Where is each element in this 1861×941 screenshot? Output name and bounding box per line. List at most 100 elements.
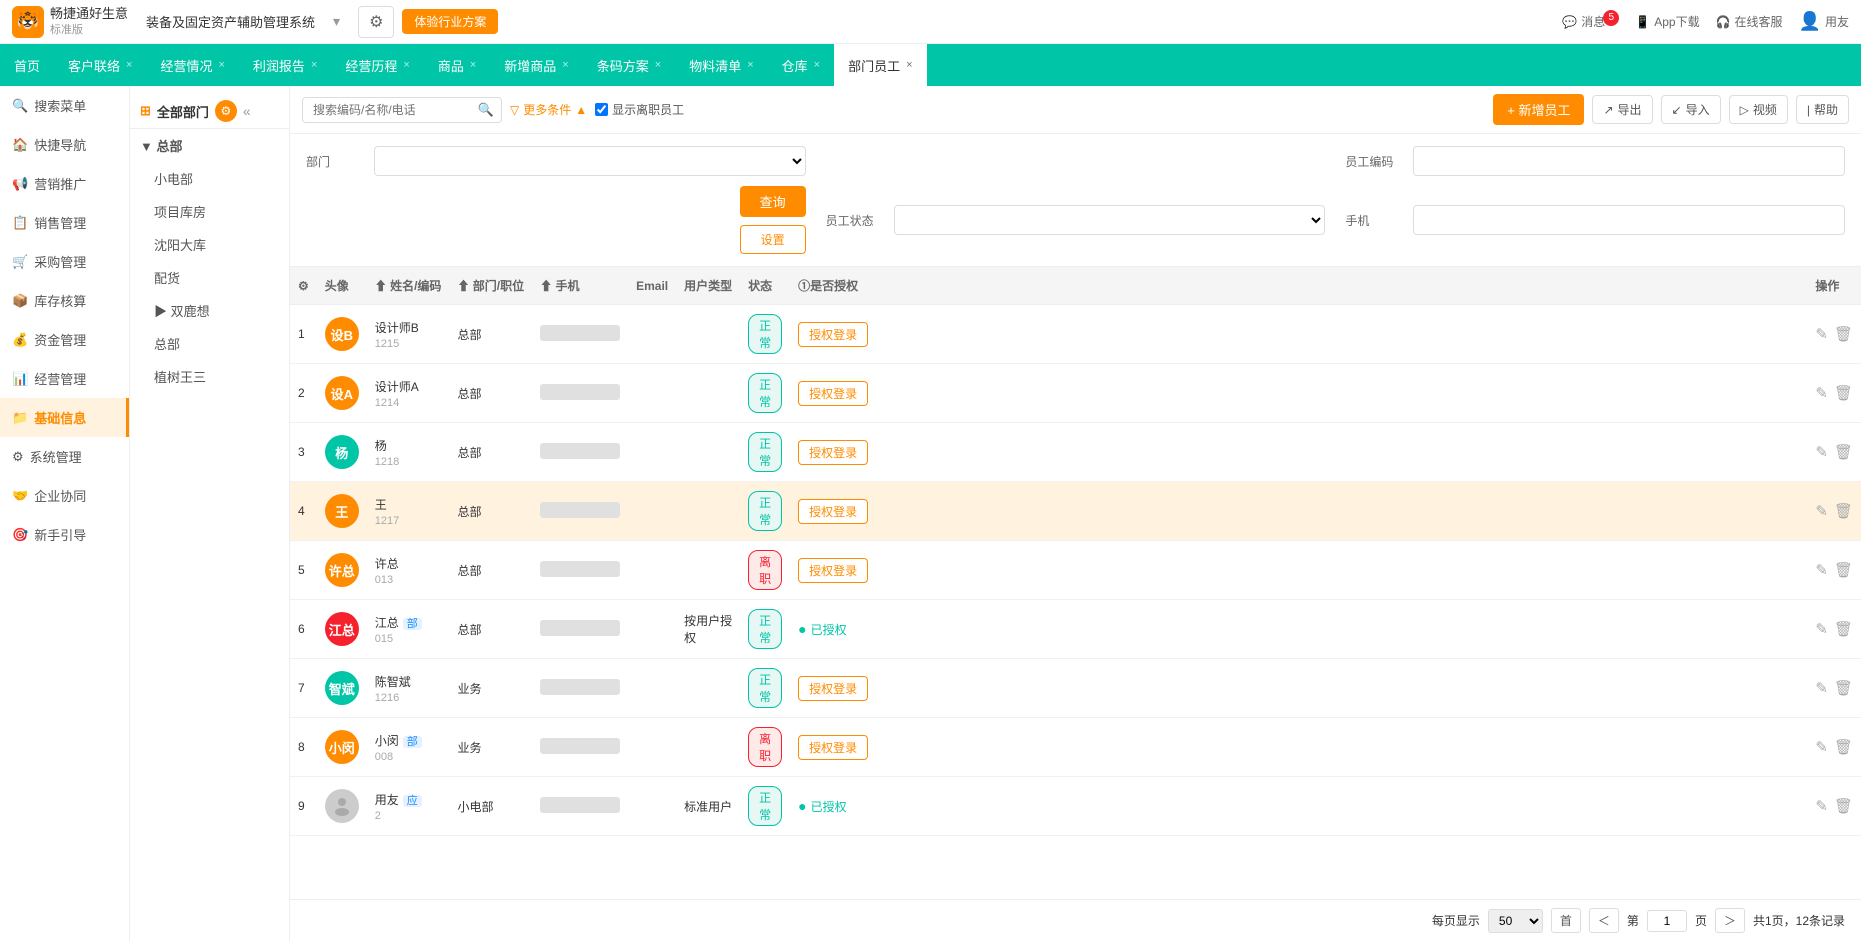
cell-auth[interactable]: ●已授权	[790, 777, 876, 836]
nav-item-物料清单[interactable]: 物料清单×	[675, 44, 767, 86]
nav-item-新增商品[interactable]: 新增商品×	[490, 44, 582, 86]
filter-btn[interactable]: ▽ 更多条件 ▲	[510, 101, 587, 118]
online-service-btn[interactable]: 🎧 在线客服	[1716, 13, 1783, 30]
nav-item-部门员工[interactable]: 部门员工×	[834, 44, 926, 86]
sidebar-item-新手引导[interactable]: 🎯新手引导	[0, 515, 129, 554]
sidebar-item-搜索菜单[interactable]: 🔍搜索菜单	[0, 86, 129, 125]
authorize-btn[interactable]: 授权登录	[798, 322, 868, 347]
cell-auth[interactable]: 授权登录	[790, 364, 876, 423]
nav-item-客户联络[interactable]: 客户联络×	[54, 44, 146, 86]
tree-item-配货[interactable]: 配货	[130, 261, 289, 294]
nav-item-商品[interactable]: 商品×	[424, 44, 490, 86]
tree-settings-btn[interactable]: ⚙	[215, 100, 237, 122]
nav-item-经营情况[interactable]: 经营情况×	[146, 44, 238, 86]
delete-icon[interactable]: 🗑	[1834, 738, 1853, 756]
sidebar-item-营销推广[interactable]: 📢营销推广	[0, 164, 129, 203]
authorize-btn[interactable]: 授权登录	[798, 676, 868, 701]
cell-auth[interactable]: ●已授权	[790, 600, 876, 659]
sidebar-item-企业协同[interactable]: 🤝企业协同	[0, 476, 129, 515]
experience-btn[interactable]: 体验行业方案	[402, 9, 498, 34]
tree-item-小电部[interactable]: 小电部	[130, 162, 289, 195]
close-nav-客户联络[interactable]: ×	[126, 59, 132, 71]
prev-page-btn[interactable]: ＜	[1589, 908, 1619, 933]
tree-item-沈阳大库[interactable]: 沈阳大库	[130, 228, 289, 261]
emp-code-input[interactable]	[1413, 146, 1845, 176]
cell-auth[interactable]: 授权登录	[790, 718, 876, 777]
sidebar-item-系统管理[interactable]: ⚙系统管理	[0, 437, 129, 476]
add-employee-btn[interactable]: + 新增员工	[1493, 94, 1584, 125]
message-btn[interactable]: 💬 消息 5	[1562, 13, 1619, 30]
dept-select[interactable]	[374, 146, 806, 176]
edit-icon[interactable]: ✎	[1815, 325, 1828, 343]
nav-item-首页[interactable]: 首页	[0, 44, 54, 86]
close-nav-经营历程[interactable]: ×	[403, 59, 409, 71]
close-nav-新增商品[interactable]: ×	[562, 59, 568, 71]
authorize-btn[interactable]: 授权登录	[798, 440, 868, 465]
export-btn[interactable]: ↗ 导出	[1592, 95, 1652, 124]
cell-auth[interactable]: 授权登录	[790, 423, 876, 482]
dropdown-btn[interactable]: ▾	[323, 8, 350, 35]
nav-item-利润报告[interactable]: 利润报告×	[239, 44, 331, 86]
sidebar-item-快捷导航[interactable]: 🏠快捷导航	[0, 125, 129, 164]
edit-icon[interactable]: ✎	[1815, 679, 1828, 697]
tree-item-植树王三[interactable]: 植树王三	[130, 360, 289, 393]
page-input[interactable]	[1647, 910, 1687, 932]
set-btn[interactable]: 设置	[740, 225, 806, 254]
sidebar-item-基础信息[interactable]: 📁基础信息	[0, 398, 129, 437]
tree-collapse-btn[interactable]: «	[243, 103, 251, 119]
show-resigned-checkbox[interactable]	[595, 103, 608, 116]
cell-auth[interactable]: 授权登录	[790, 659, 876, 718]
settings-btn[interactable]: ⚙	[358, 6, 394, 38]
edit-icon[interactable]: ✎	[1815, 561, 1828, 579]
col-phone[interactable]: ⬆ 手机	[532, 267, 628, 305]
delete-icon[interactable]: 🗑	[1834, 502, 1853, 520]
show-resigned-label[interactable]: 显示离职员工	[595, 101, 684, 118]
authorize-btn[interactable]: 授权登录	[798, 735, 868, 760]
sidebar-item-库存核算[interactable]: 📦库存核算	[0, 281, 129, 320]
close-nav-经营情况[interactable]: ×	[218, 59, 224, 71]
next-page-btn[interactable]: ＞	[1715, 908, 1745, 933]
delete-icon[interactable]: 🗑	[1834, 384, 1853, 402]
cell-auth[interactable]: 授权登录	[790, 482, 876, 541]
delete-icon[interactable]: 🗑	[1834, 325, 1853, 343]
edit-icon[interactable]: ✎	[1815, 620, 1828, 638]
sidebar-item-经营管理[interactable]: 📊经营管理	[0, 359, 129, 398]
cell-auth[interactable]: 授权登录	[790, 305, 876, 364]
cell-auth[interactable]: 授权登录	[790, 541, 876, 600]
delete-icon[interactable]: 🗑	[1834, 620, 1853, 638]
close-nav-利润报告[interactable]: ×	[311, 59, 317, 71]
user-btn[interactable]: 👤 用友	[1799, 11, 1849, 32]
close-nav-条码方案[interactable]: ×	[655, 59, 661, 71]
delete-icon[interactable]: 🗑	[1834, 679, 1853, 697]
app-download-btn[interactable]: 📱 App下载	[1635, 13, 1699, 30]
edit-icon[interactable]: ✎	[1815, 502, 1828, 520]
nav-item-仓库[interactable]: 仓库×	[768, 44, 834, 86]
delete-icon[interactable]: 🗑	[1834, 561, 1853, 579]
sidebar-item-资金管理[interactable]: 💰资金管理	[0, 320, 129, 359]
query-btn[interactable]: 查询	[740, 186, 806, 217]
sidebar-item-采购管理[interactable]: 🛒采购管理	[0, 242, 129, 281]
tree-item-项目库房[interactable]: 项目库房	[130, 195, 289, 228]
nav-item-条码方案[interactable]: 条码方案×	[583, 44, 675, 86]
search-input[interactable]	[302, 97, 502, 123]
per-page-select[interactable]: 50 100	[1488, 909, 1543, 933]
col-settings[interactable]: ⚙	[290, 267, 317, 305]
edit-icon[interactable]: ✎	[1815, 384, 1828, 402]
edit-icon[interactable]: ✎	[1815, 738, 1828, 756]
video-btn[interactable]: ▷ 视频	[1729, 95, 1788, 124]
import-btn[interactable]: ↙ 导入	[1661, 95, 1721, 124]
authorize-btn[interactable]: 授权登录	[798, 381, 868, 406]
close-nav-商品[interactable]: ×	[470, 59, 476, 71]
tree-item-总部[interactable]: 总部	[130, 327, 289, 360]
delete-icon[interactable]: 🗑	[1834, 797, 1853, 815]
col-dept[interactable]: ⬆ 部门/职位	[449, 267, 532, 305]
sidebar-item-销售管理[interactable]: 📋销售管理	[0, 203, 129, 242]
close-nav-物料清单[interactable]: ×	[747, 59, 753, 71]
tree-item-总部[interactable]: ▼ 总部	[130, 129, 289, 162]
help-btn[interactable]: | 帮助	[1796, 95, 1849, 124]
authorize-btn[interactable]: 授权登录	[798, 558, 868, 583]
close-nav-仓库[interactable]: ×	[814, 59, 820, 71]
col-name[interactable]: ⬆ 姓名/编码	[367, 267, 450, 305]
edit-icon[interactable]: ✎	[1815, 797, 1828, 815]
first-page-btn[interactable]: 首	[1551, 908, 1581, 933]
